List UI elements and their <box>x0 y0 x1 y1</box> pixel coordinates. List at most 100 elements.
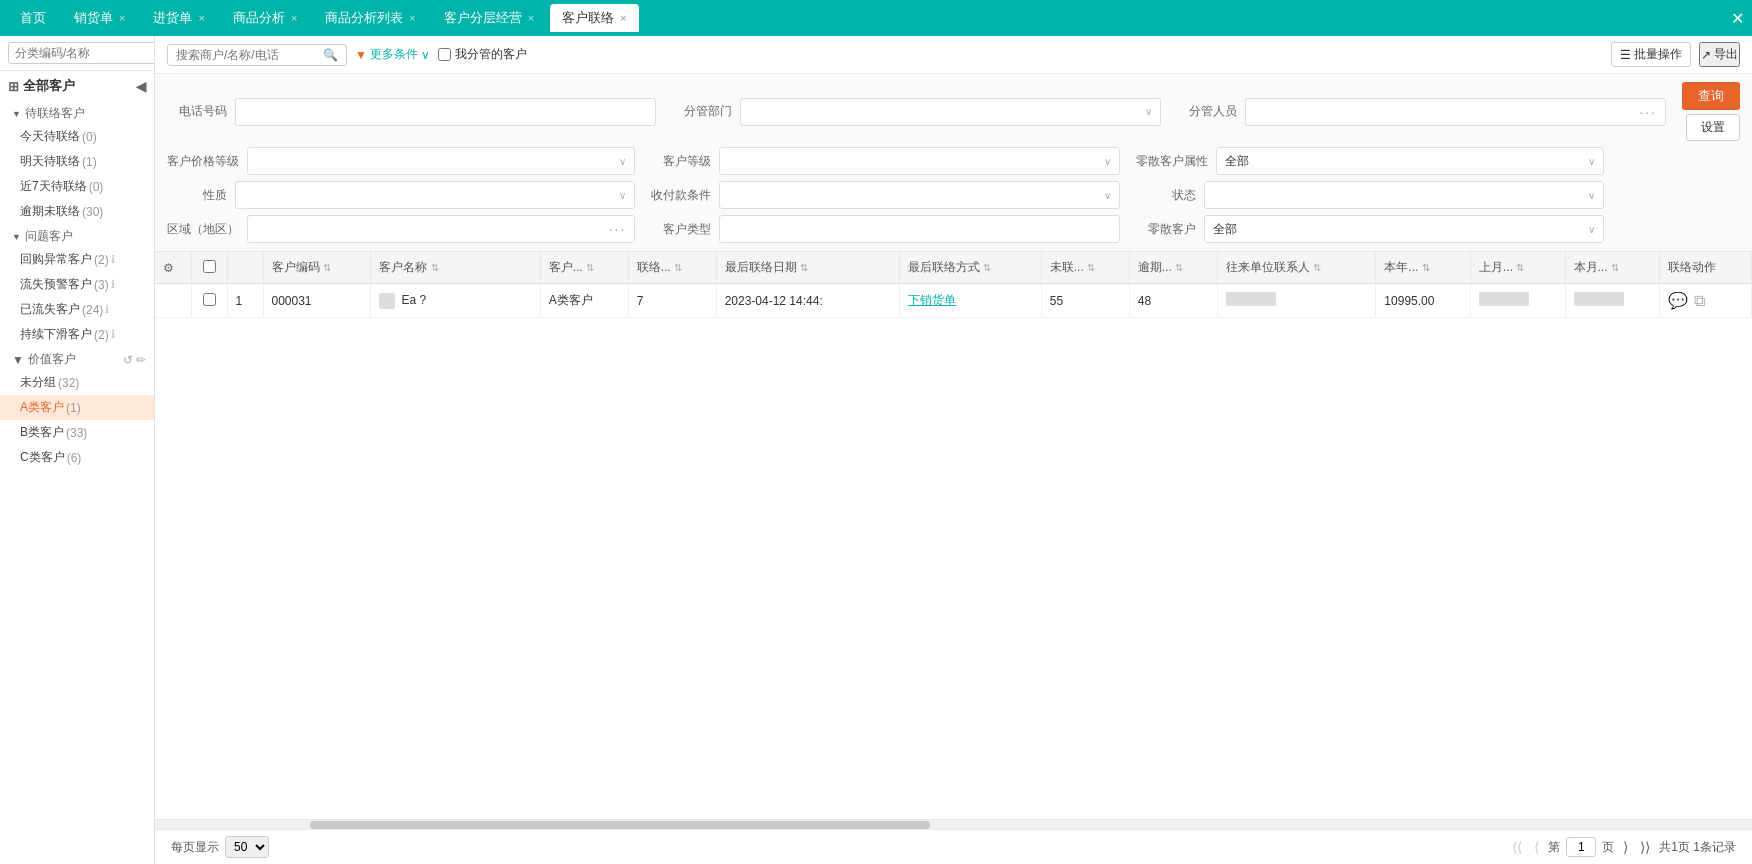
export-btn[interactable]: ↗ 导出 <box>1699 42 1740 67</box>
repurchase-info-icon[interactable]: ℹ <box>111 253 115 266</box>
sidebar-item-week[interactable]: 近7天待联络 (0) <box>0 174 154 199</box>
sort-overdue-icon[interactable]: ⇅ <box>1175 262 1183 273</box>
sort-last-method-icon[interactable]: ⇅ <box>983 262 991 273</box>
churned-info-icon[interactable]: ℹ <box>105 303 109 316</box>
filter-search-box[interactable]: 🔍 <box>167 44 347 66</box>
sidebar-search-input[interactable] <box>8 42 155 64</box>
sort-last-month-icon[interactable]: ⇅ <box>1516 262 1524 273</box>
filter-field-area: 区域（地区） ··· <box>167 215 635 243</box>
query-btn[interactable]: 查询 <box>1682 82 1740 110</box>
filter-search-icon[interactable]: 🔍 <box>323 48 338 62</box>
declining-count: (2) <box>94 328 109 342</box>
status-input[interactable]: ∨ <box>1204 181 1604 209</box>
dept-input[interactable]: ∨ <box>740 98 1161 126</box>
price-level-input[interactable]: ∨ <box>247 147 635 175</box>
sidebar-item-tomorrow[interactable]: 明天待联络 (1) <box>0 149 154 174</box>
sort-uncontacted-icon[interactable]: ⇅ <box>1087 262 1095 273</box>
sidebar-item-overdue[interactable]: 逾期未联络 (30) <box>0 199 154 224</box>
filter-field-payment: 收付款条件 ∨ <box>651 181 1119 209</box>
cell-contact-person <box>1217 284 1376 318</box>
area-input[interactable]: ··· <box>247 215 635 243</box>
first-page-btn[interactable]: ⟨⟨ <box>1509 839 1525 855</box>
sort-code-icon[interactable]: ⇅ <box>323 262 331 273</box>
tab-goods-list[interactable]: 商品分析列表 × <box>313 4 427 32</box>
sidebar-item-class-a[interactable]: A类客户 (1) <box>0 395 154 420</box>
filter-row-4: 区域（地区） ··· 客户类型 零散客户 全部 ∨ <box>167 215 1740 243</box>
nature-input[interactable]: ∨ <box>235 181 635 209</box>
total-records: 共1页 1条记录 <box>1659 839 1736 856</box>
week-label: 近7天待联络 <box>20 178 87 195</box>
tab-sales[interactable]: 销货单 × <box>62 4 137 32</box>
sidebar-group-pending[interactable]: ▼ 待联络客户 <box>0 101 154 124</box>
filter-more-btn[interactable]: ▼ 更多条件 ∨ <box>355 46 430 63</box>
close-goods-list-icon[interactable]: × <box>409 12 415 24</box>
ungrouped-count: (32) <box>58 376 79 390</box>
person-input[interactable]: ··· <box>1245 98 1666 126</box>
page-input[interactable] <box>1566 837 1596 857</box>
tab-home[interactable]: 首页 <box>8 4 58 32</box>
sidebar-item-class-c[interactable]: C类客户 (6) <box>0 445 154 470</box>
filter-search-input[interactable] <box>176 48 319 62</box>
sidebar-group-problem[interactable]: ▼ 问题客户 <box>0 224 154 247</box>
last-page-btn[interactable]: ⟩⟩ <box>1637 839 1653 855</box>
close-sales-icon[interactable]: × <box>119 12 125 24</box>
sort-last-date-icon[interactable]: ⇅ <box>800 262 808 273</box>
my-customers-checkbox[interactable]: 我分管的客户 <box>438 46 527 63</box>
close-purchase-icon[interactable]: × <box>198 12 204 24</box>
churn-warning-count: (3) <box>94 278 109 292</box>
prev-page-btn[interactable]: ⟨ <box>1531 839 1542 855</box>
my-customers-check[interactable] <box>438 48 451 61</box>
phone-input[interactable] <box>235 98 656 126</box>
collapse-icon[interactable]: ◀ <box>136 79 146 94</box>
churn-warning-info-icon[interactable]: ℹ <box>111 278 115 291</box>
tab-customer-contact[interactable]: 客户联络 × <box>550 4 638 32</box>
last-contact-method-link[interactable]: 下销货单 <box>908 293 956 307</box>
tab-goods-analysis[interactable]: 商品分析 × <box>221 4 309 32</box>
sort-contact-person-icon[interactable]: ⇅ <box>1313 262 1321 273</box>
top-nav: 首页 销货单 × 进货单 × 商品分析 × 商品分析列表 × 客户分层经营 × … <box>0 0 1752 36</box>
gear-settings-icon[interactable]: ⚙ <box>163 261 174 275</box>
row-checkbox[interactable] <box>203 293 216 306</box>
th-this-year-label: 本年... <box>1384 260 1418 274</box>
close-customer-tier-icon[interactable]: × <box>528 12 534 24</box>
close-all-icon[interactable]: ✕ <box>1731 9 1744 28</box>
sidebar-item-ungrouped[interactable]: 未分组 (32) <box>0 370 154 395</box>
tab-customer-tier[interactable]: 客户分层经营 × <box>432 4 546 32</box>
sort-this-month-icon[interactable]: ⇅ <box>1611 262 1619 273</box>
sidebar-item-repurchase[interactable]: 回购异常客户 (2) ℹ <box>0 247 154 272</box>
per-page-select[interactable]: 50 <box>225 836 269 858</box>
sidebar-all-customers[interactable]: ⊞ 全部客户 ◀ <box>0 71 154 101</box>
tab-purchase[interactable]: 进货单 × <box>141 4 216 32</box>
close-goods-analysis-icon[interactable]: × <box>291 12 297 24</box>
scrollbar-thumb[interactable] <box>310 821 930 829</box>
sort-level-icon[interactable]: ⇅ <box>586 262 594 273</box>
refresh-icon[interactable]: ↺ <box>123 353 133 367</box>
customer-level-input[interactable]: ∨ <box>719 147 1119 175</box>
sidebar-item-churned[interactable]: 已流失客户 (24) ℹ <box>0 297 154 322</box>
sidebar-item-declining[interactable]: 持续下滑客户 (2) ℹ <box>0 322 154 347</box>
table-header-row: ⚙ 客户编码 ⇅ 客户名称 ⇅ <box>155 252 1752 284</box>
close-customer-contact-icon[interactable]: × <box>620 12 626 24</box>
next-page-btn[interactable]: ⟩ <box>1620 839 1631 855</box>
filter-field-customer-type: 客户类型 <box>651 215 1119 243</box>
sidebar-item-today[interactable]: 今天待联络 (0) <box>0 124 154 149</box>
sort-this-year-icon[interactable]: ⇅ <box>1422 262 1430 273</box>
edit-value-icon[interactable]: ✏ <box>136 353 146 367</box>
declining-info-icon[interactable]: ℹ <box>111 328 115 341</box>
settings-btn[interactable]: 设置 <box>1686 114 1740 141</box>
customer-type-input[interactable] <box>719 215 1119 243</box>
th-last-date-label: 最后联络日期 <box>725 260 797 274</box>
select-all-checkbox[interactable] <box>203 260 216 273</box>
cell-checkbox <box>191 284 227 318</box>
th-code-label: 客户编码 <box>272 260 320 274</box>
sort-name-icon[interactable]: ⇅ <box>431 262 439 273</box>
sidebar-item-class-b[interactable]: B类客户 (33) <box>0 420 154 445</box>
batch-btn[interactable]: ☰ 批量操作 <box>1611 42 1691 67</box>
payment-input[interactable]: ∨ <box>719 181 1119 209</box>
chat-icon[interactable]: 💬 <box>1668 291 1688 310</box>
sidebar-item-churn-warning[interactable]: 流失预警客户 (3) ℹ <box>0 272 154 297</box>
sort-contact-count-icon[interactable]: ⇅ <box>674 262 682 273</box>
retail-attr-input[interactable]: 全部 ∨ <box>1216 147 1604 175</box>
link-icon[interactable]: ⧉ <box>1694 292 1705 310</box>
retail-input[interactable]: 全部 ∨ <box>1204 215 1604 243</box>
